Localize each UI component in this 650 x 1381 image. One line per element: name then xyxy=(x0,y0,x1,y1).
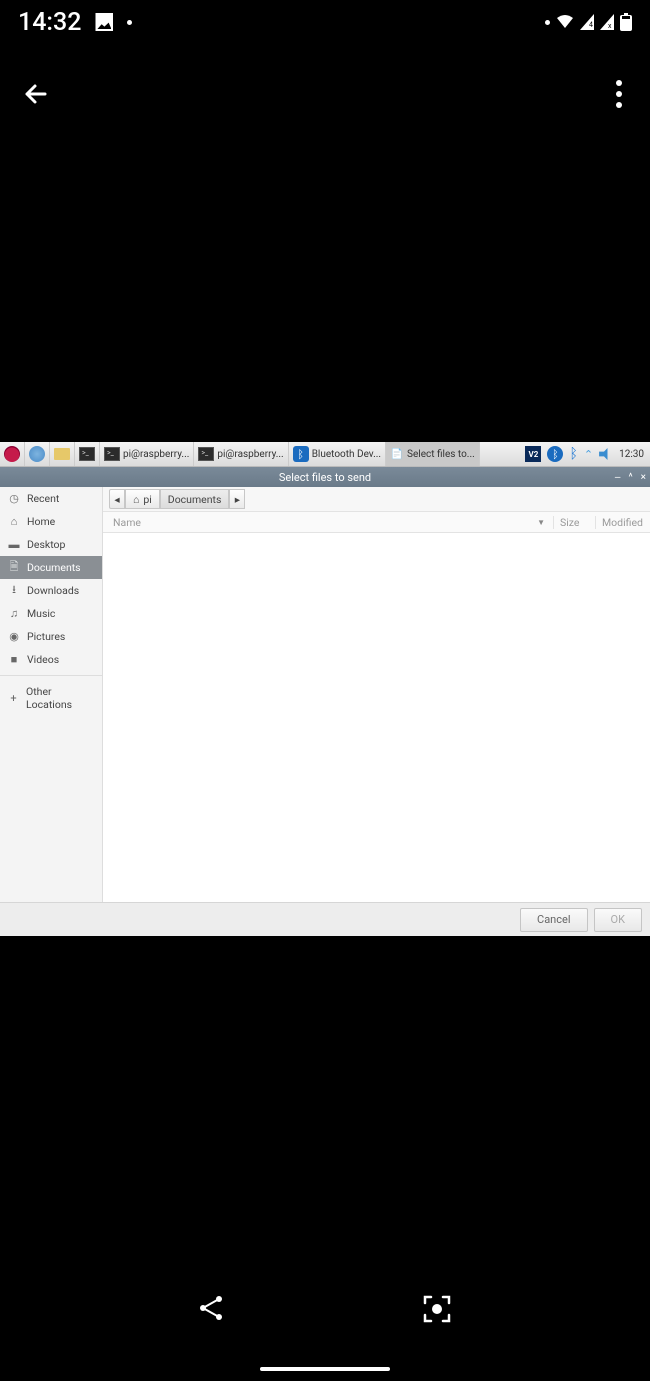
android-home-indicator[interactable] xyxy=(260,1367,390,1371)
taskbar-label: pi@raspberry... xyxy=(217,449,283,460)
sidebar-item-recent[interactable]: ◷ Recent xyxy=(0,487,102,510)
sidebar-label: Music xyxy=(27,607,55,620)
volume-tray-icon[interactable] xyxy=(599,448,613,460)
doc-icon: 🗎 xyxy=(8,562,20,574)
sidebar-item-downloads[interactable]: ⭳ Downloads xyxy=(0,579,102,602)
sidebar-label: Home xyxy=(27,515,55,528)
sidebar-label: Desktop xyxy=(27,538,65,551)
ok-button[interactable]: OK xyxy=(594,908,642,932)
clock-icon: ◷ xyxy=(8,493,20,505)
video-icon: ■ xyxy=(8,654,20,666)
battery-icon xyxy=(620,13,632,31)
app-menu-button[interactable] xyxy=(0,442,25,466)
sidebar-item-documents[interactable]: 🗎 Documents xyxy=(0,556,102,579)
home-icon: ⌂ xyxy=(133,493,139,506)
signal-icon: 4 xyxy=(580,14,594,30)
lens-button[interactable] xyxy=(421,1293,453,1325)
column-headers: Name▼ Size Modified xyxy=(103,511,650,533)
window-title-bar[interactable]: Select files to send ‒ ^ × xyxy=(0,467,650,487)
sort-indicator-icon: ▼ xyxy=(537,518,545,527)
dot-icon xyxy=(545,20,550,25)
taskbar-item-bluetooth[interactable]: ᛒBluetooth Dev... xyxy=(289,442,386,466)
bluetooth-icon: ᛒ xyxy=(293,446,309,462)
sidebar-label: Pictures xyxy=(27,630,65,643)
sidebar-item-videos[interactable]: ■ Videos xyxy=(0,648,102,671)
notification-dot-icon xyxy=(127,20,132,25)
globe-icon xyxy=(29,446,45,462)
column-modified[interactable]: Modified xyxy=(595,516,650,529)
minimize-button[interactable]: ‒ xyxy=(615,472,621,483)
close-button[interactable]: × xyxy=(641,472,646,483)
desktop-taskbar: pi@raspberry... pi@raspberry... ᛒBluetoo… xyxy=(0,442,650,467)
path-back-button[interactable]: ◂ xyxy=(109,489,125,509)
sidebar-item-desktop[interactable]: ▬ Desktop xyxy=(0,533,102,556)
android-status-bar: 14:32 4 x xyxy=(0,0,650,44)
taskbar-item-terminal-2[interactable]: pi@raspberry... xyxy=(194,442,288,466)
places-sidebar: ◷ Recent ⌂ Home ▬ Desktop 🗎 Documents ⭳ Downl… xyxy=(0,487,103,902)
svg-text:x: x xyxy=(608,22,612,30)
more-menu-button[interactable] xyxy=(616,80,630,108)
music-icon: ♫ xyxy=(8,608,20,620)
home-icon: ⌂ xyxy=(8,516,20,528)
terminal-icon xyxy=(198,447,214,461)
plus-icon: + xyxy=(8,692,19,704)
dialog-button-row: Cancel OK xyxy=(0,902,650,936)
browser-launcher[interactable] xyxy=(25,442,50,466)
bluetooth-tray-icon[interactable]: ᛒ xyxy=(547,446,563,462)
bluetooth-sys-icon[interactable]: ᛒ xyxy=(569,446,577,462)
maximize-button[interactable]: ^ xyxy=(628,472,632,483)
share-button[interactable] xyxy=(197,1293,227,1325)
remote-desktop-view: pi@raspberry... pi@raspberry... ᛒBluetoo… xyxy=(0,442,650,936)
column-size[interactable]: Size xyxy=(553,516,595,529)
folder-icon xyxy=(54,448,70,460)
file-chooser: ◷ Recent ⌂ Home ▬ Desktop 🗎 Documents ⭳ Downl… xyxy=(0,487,650,936)
sidebar-label: Other Locations xyxy=(26,685,94,711)
sidebar-label: Downloads xyxy=(27,584,79,597)
path-bar: ◂ ⌂ pi Documents ▸ xyxy=(103,487,650,511)
path-label: pi xyxy=(143,493,151,506)
file-list-area[interactable] xyxy=(103,533,650,902)
android-clock: 14:32 xyxy=(18,8,81,37)
android-bottom-bar xyxy=(0,1261,650,1381)
window-title: Select files to send xyxy=(279,471,371,484)
file-manager-launcher[interactable] xyxy=(50,442,75,466)
sidebar-item-pictures[interactable]: ◉ Pictures xyxy=(0,625,102,648)
file-icon: 📄 xyxy=(390,447,404,461)
sidebar-label: Videos xyxy=(27,653,59,666)
taskbar-label: Bluetooth Dev... xyxy=(312,449,381,460)
raspberry-icon xyxy=(4,446,20,462)
path-label: Documents xyxy=(168,493,222,506)
picture-icon: ◉ xyxy=(8,631,20,643)
path-forward-button[interactable]: ▸ xyxy=(229,489,245,509)
wifi-tray-icon[interactable]: ⌃ xyxy=(584,448,593,461)
terminal-launcher[interactable] xyxy=(75,442,100,466)
terminal-icon xyxy=(104,447,120,461)
sidebar-item-home[interactable]: ⌂ Home xyxy=(0,510,102,533)
terminal-icon xyxy=(79,447,95,461)
path-segment-documents[interactable]: Documents xyxy=(160,489,230,509)
sidebar-item-other-locations[interactable]: + Other Locations xyxy=(0,680,102,716)
taskbar-label: Select files to... xyxy=(407,449,475,460)
picture-icon xyxy=(95,13,113,31)
path-segment-home[interactable]: ⌂ pi xyxy=(125,489,160,509)
sidebar-label: Recent xyxy=(27,492,59,505)
android-app-bar xyxy=(0,44,650,144)
signal-icon-2: x xyxy=(600,14,614,30)
download-icon: ⭳ xyxy=(8,585,20,597)
column-name[interactable]: Name▼ xyxy=(103,516,553,529)
vnc-tray-icon[interactable]: V2 xyxy=(525,446,541,462)
wifi-icon xyxy=(556,14,574,30)
taskbar-label: pi@raspberry... xyxy=(123,449,189,460)
sidebar-label: Documents xyxy=(27,561,81,574)
cancel-button[interactable]: Cancel xyxy=(520,908,587,932)
sidebar-item-music[interactable]: ♫ Music xyxy=(0,602,102,625)
android-status-right: 4 x xyxy=(545,13,632,31)
desktop-icon: ▬ xyxy=(8,539,20,551)
taskbar-item-terminal-1[interactable]: pi@raspberry... xyxy=(100,442,194,466)
back-button[interactable] xyxy=(20,79,50,109)
desktop-clock[interactable]: 12:30 xyxy=(619,449,644,460)
svg-text:4: 4 xyxy=(589,21,593,29)
taskbar-item-file-select[interactable]: 📄Select files to... xyxy=(386,442,480,466)
